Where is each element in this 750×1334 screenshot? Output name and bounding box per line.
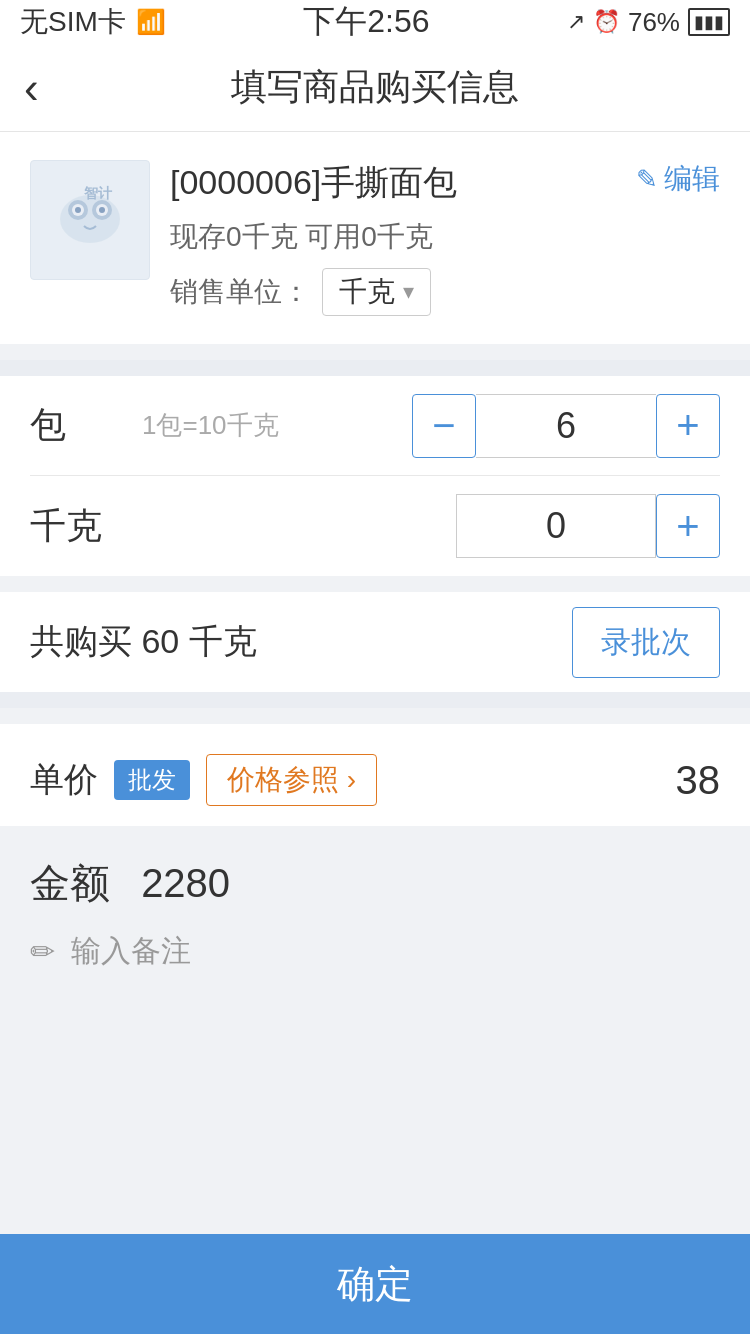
carrier-text: 无SIM卡 [20, 3, 126, 41]
price-value: 38 [676, 758, 721, 803]
bottom-padding [0, 992, 750, 1092]
page-title: 填写商品购买信息 [231, 63, 519, 112]
price-section: 单价 批发 价格参照 › 38 [0, 724, 750, 826]
confirm-button[interactable]: 确定 [0, 1234, 750, 1334]
package-hint: 1包=10千克 [142, 408, 412, 443]
package-row: 包 1包=10千克 − + [30, 376, 720, 476]
amount-value: 2280 [141, 861, 230, 905]
batch-button[interactable]: 录批次 [572, 607, 720, 678]
package-minus-button[interactable]: − [412, 394, 476, 458]
product-thumb-icon: 智计 [50, 174, 130, 267]
svg-text:智计: 智计 [83, 185, 113, 201]
svg-point-0 [60, 195, 120, 243]
alarm-icon: ⏰ [593, 9, 620, 35]
svg-point-6 [99, 207, 105, 213]
package-plus-button[interactable]: + [656, 394, 720, 458]
kg-stepper: + [456, 494, 720, 558]
amount-section: 金额 2280 ✏ 输入备注 [0, 826, 750, 992]
kg-label: 千克 [30, 502, 130, 551]
package-stepper: − + [412, 394, 720, 458]
status-bar: 无SIM卡 📶 下午2:56 ↗ ⏰ 76% ▮▮▮ [0, 0, 750, 44]
confirm-button-label: 确定 [337, 1259, 413, 1310]
unit-label: 销售单位： [170, 273, 310, 311]
battery-text: 76% [628, 7, 680, 38]
remark-label: 输入备注 [71, 931, 191, 972]
remark-row[interactable]: ✏ 输入备注 [30, 931, 720, 972]
status-time: 下午2:56 [303, 0, 429, 44]
package-label: 包 [30, 401, 130, 450]
input-section: 包 1包=10千克 − + 千克 + [0, 376, 750, 576]
kg-row: 千克 + [30, 476, 720, 576]
unit-select[interactable]: 千克 ▾ [322, 268, 431, 316]
total-text: 共购买 60 千克 [30, 619, 572, 665]
edit-button[interactable]: ✎ 编辑 [636, 160, 720, 198]
price-ref-button[interactable]: 价格参照 › [206, 754, 377, 806]
product-thumbnail: 智计 [30, 160, 150, 280]
pencil-icon: ✏ [30, 934, 55, 969]
back-button[interactable]: ‹ [24, 66, 39, 110]
package-input[interactable] [476, 394, 656, 458]
amount-label: 金额 [30, 861, 110, 905]
section-divider-1 [0, 360, 750, 376]
svg-point-5 [75, 207, 81, 213]
battery-icon: ▮▮▮ [688, 8, 730, 36]
status-right: ↗ ⏰ 76% ▮▮▮ [567, 7, 730, 38]
nav-bar: ‹ 填写商品购买信息 [0, 44, 750, 132]
section-divider-2 [0, 692, 750, 708]
wifi-icon: 📶 [136, 8, 166, 36]
total-section: 共购买 60 千克 录批次 [0, 592, 750, 692]
product-stock: 现存0千克 可用0千克 [170, 218, 720, 256]
kg-input[interactable] [456, 494, 656, 558]
location-icon: ↗ [567, 9, 585, 35]
price-tag: 批发 [114, 760, 190, 800]
product-unit-row: 销售单位： 千克 ▾ [170, 268, 720, 316]
price-label: 单价 [30, 757, 98, 803]
amount-row: 金额 2280 [30, 856, 720, 911]
product-card: 智计 [0000006]手撕面包 现存0千克 可用0千克 销售单位： 千克 ▾ … [0, 132, 750, 344]
chevron-down-icon: ▾ [403, 279, 414, 305]
kg-plus-button[interactable]: + [656, 494, 720, 558]
edit-icon: ✎ [636, 164, 658, 195]
status-left: 无SIM卡 📶 [20, 3, 166, 41]
